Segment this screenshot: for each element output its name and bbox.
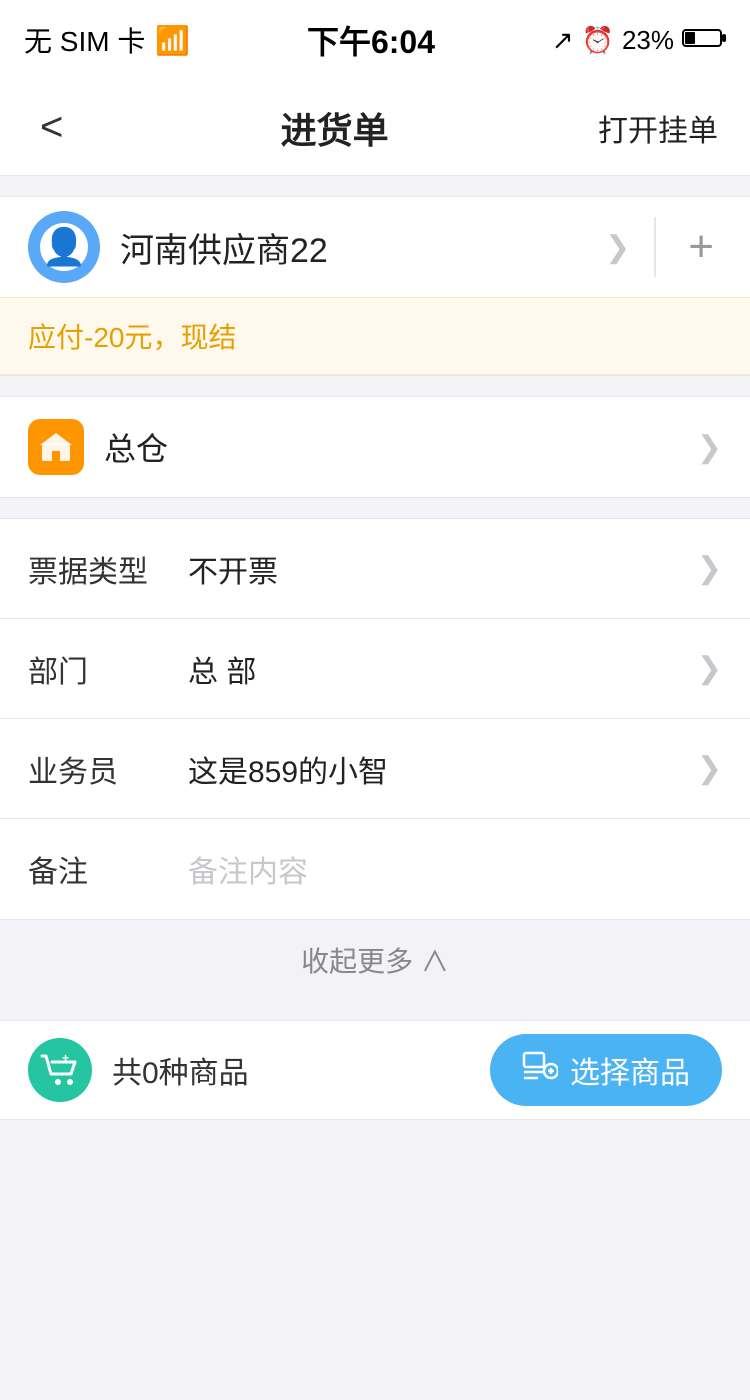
salesperson-chevron-icon: ❯ [697,751,722,786]
wifi-icon: 📶 [155,24,190,57]
ticket-type-row[interactable]: 票据类型 不开票 ❯ [0,519,750,619]
supplier-name: 河南供应商22 [120,223,597,272]
notice-text: 应付-20元，现结 [28,322,236,353]
remark-label: 备注 [28,847,188,891]
page-background [0,1120,750,1400]
person-icon: 👤 [42,226,87,268]
collapse-label: 收起更多 ∧ [301,940,449,980]
salesperson-label: 业务员 [28,747,188,791]
warehouse-name: 总仓 [104,424,689,470]
location-icon: ↗ [552,25,574,56]
nav-bar: < 进货单 打开挂单 [0,80,750,176]
select-product-label: 选择商品 [570,1048,690,1092]
warehouse-section[interactable]: 总仓 ❯ [0,396,750,498]
section-gap-2 [0,376,750,396]
section-gap-3 [0,498,750,518]
department-value: 总 部 [188,647,689,691]
salesperson-value: 这是859的小智 [188,747,689,791]
status-bar: 无 SIM 卡 📶 下午6:04 ↗ ⏰ 23% [0,0,750,80]
notice-banner: 应付-20元，现结 [0,297,750,375]
alarm-icon: ⏰ [582,25,614,56]
supplier-chevron-icon: ❯ [605,230,630,265]
ticket-type-label: 票据类型 [28,547,188,591]
avatar-inner: 👤 [40,223,88,271]
back-button[interactable]: < [32,97,71,158]
battery-icon [682,25,726,56]
svg-text:+: + [62,1052,69,1065]
remark-row[interactable]: 备注 备注内容 [0,819,750,919]
status-right: ↗ ⏰ 23% [552,25,726,56]
warehouse-row[interactable]: 总仓 ❯ [0,397,750,497]
collapse-button[interactable]: 收起更多 ∧ [0,920,750,1000]
select-product-button[interactable]: 选择商品 [490,1034,722,1106]
add-supplier-button[interactable]: + [680,214,722,280]
ticket-type-chevron-icon: ❯ [697,551,722,586]
status-time: 下午6:04 [307,17,435,63]
department-row[interactable]: 部门 总 部 ❯ [0,619,750,719]
bottom-section: + 共0种商品 选择商品 [0,1020,750,1120]
product-count: 共0种商品 [112,1048,490,1092]
ticket-type-value: 不开票 [188,547,689,591]
section-gap-1 [0,176,750,196]
supplier-row[interactable]: 👤 河南供应商22 ❯ + [0,197,750,297]
remark-value: 备注内容 [188,847,722,891]
select-product-icon [522,1051,558,1089]
cart-icon-wrap: + [28,1038,92,1102]
section-gap-4 [0,1000,750,1020]
supplier-section: 👤 河南供应商22 ❯ + 应付-20元，现结 [0,196,750,376]
warehouse-icon [28,419,84,475]
warehouse-chevron-icon: ❯ [697,430,722,465]
status-left: 无 SIM 卡 📶 [24,20,190,60]
open-pending-button[interactable]: 打开挂单 [598,106,718,150]
no-sim-text: 无 SIM 卡 [24,20,145,60]
vertical-divider [654,217,656,277]
salesperson-row[interactable]: 业务员 这是859的小智 ❯ [0,719,750,819]
supplier-avatar: 👤 [28,211,100,283]
form-section: 票据类型 不开票 ❯ 部门 总 部 ❯ 业务员 这是859的小智 ❯ 备注 备注… [0,518,750,920]
battery-level: 23% [622,25,674,56]
page-title: 进货单 [281,102,389,154]
department-label: 部门 [28,647,188,691]
department-chevron-icon: ❯ [697,651,722,686]
